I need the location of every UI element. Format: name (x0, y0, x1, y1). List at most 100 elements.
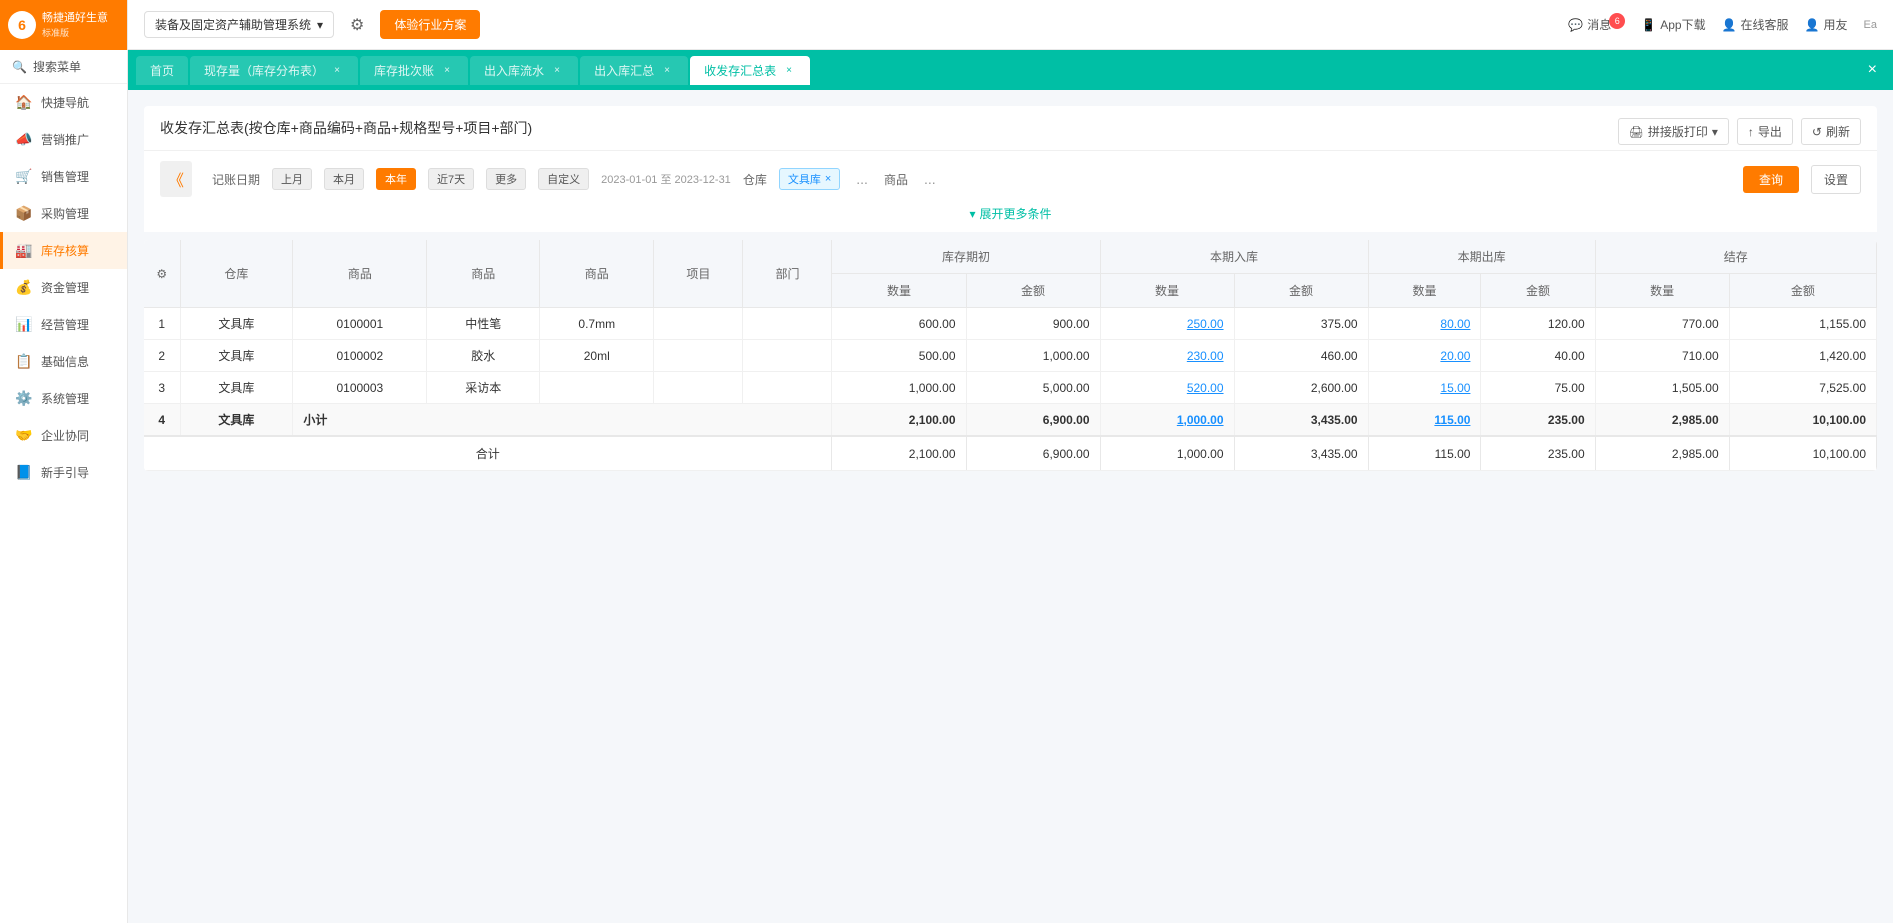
date-btn-more[interactable]: 更多 (486, 168, 526, 190)
warehouse-tag-text: 文具库 (788, 171, 821, 187)
tab-inventory-dist[interactable]: 现存量（库存分布表） × (190, 56, 358, 85)
row3-end-qty: 1,505.00 (1595, 372, 1729, 404)
row1-open-qty: 600.00 (832, 308, 966, 340)
tab-home[interactable]: 首页 (136, 56, 188, 85)
sidebar-search-label: 搜索菜单 (33, 58, 81, 75)
tab-inout-summary[interactable]: 出入库汇总 × (580, 56, 688, 85)
filter-row-1: 《 记账日期 上月 本月 本年 近7天 更多 自定义 2023-01-01 至 … (160, 161, 1861, 197)
query-button[interactable]: 查询 (1743, 166, 1799, 193)
app-download-action[interactable]: 📱 App下载 (1641, 16, 1705, 33)
sidebar-item-search[interactable]: 🔍 搜索菜单 (0, 50, 127, 84)
sidebar-item-label: 采购管理 (41, 205, 89, 222)
expand-row: ▾ 展开更多条件 (160, 205, 1861, 222)
row2-in-qty[interactable]: 230.00 (1100, 340, 1234, 372)
sidebar-item-finance[interactable]: 💰 资金管理 (0, 269, 127, 306)
page-toolbar: 🖨 拼接版打印 ▾ ↑ 导出 ↺ 刷新 (1618, 118, 1861, 145)
row3-in-qty-link[interactable]: 520.00 (1187, 381, 1224, 395)
row1-out-qty[interactable]: 80.00 (1368, 308, 1481, 340)
subtotal-out-qty[interactable]: 115.00 (1368, 404, 1481, 437)
row1-in-qty[interactable]: 250.00 (1100, 308, 1234, 340)
print-button[interactable]: 🖨 拼接版打印 ▾ (1618, 118, 1729, 145)
expand-conditions-button[interactable]: ▾ 展开更多条件 (969, 205, 1051, 222)
tab-inout-summary-close[interactable]: × (660, 63, 674, 77)
column-settings-icon[interactable]: ⚙ (156, 267, 167, 281)
col-settings-header[interactable]: ⚙ (144, 240, 180, 308)
col-dept-header: 部门 (743, 240, 832, 308)
sidebar-item-system[interactable]: ⚙️ 系统管理 (0, 380, 127, 417)
sidebar-item-inventory[interactable]: 🏭 库存核算 (0, 232, 127, 269)
tab-batch-ledger-close[interactable]: × (440, 63, 454, 77)
row2-seq: 2 (144, 340, 180, 372)
sidebar-item-operations[interactable]: 📊 经营管理 (0, 306, 127, 343)
sidebar-item-purchase[interactable]: 📦 采购管理 (0, 195, 127, 232)
col-period-out-header: 本期出库 (1368, 240, 1595, 274)
sidebar-item-label: 企业协同 (41, 427, 89, 444)
tab-batch-ledger[interactable]: 库存批次账 × (360, 56, 468, 85)
tab-recv-send-summary[interactable]: 收发存汇总表 × (690, 56, 810, 85)
date-btn-7days[interactable]: 近7天 (428, 168, 474, 190)
row1-out-qty-link[interactable]: 80.00 (1440, 317, 1470, 331)
tabs-close-button[interactable]: × (1860, 57, 1885, 83)
row2-open-amt: 1,000.00 (966, 340, 1100, 372)
message-icon: 💬 (1568, 18, 1583, 32)
tab-inventory-dist-close[interactable]: × (330, 63, 344, 77)
product-ellipsis[interactable]: ... (920, 171, 940, 187)
sidebar-item-marketing[interactable]: 📣 营销推广 (0, 121, 127, 158)
sidebar-item-basic-info[interactable]: 📋 基础信息 (0, 343, 127, 380)
row3-open-qty: 1,000.00 (832, 372, 966, 404)
row2-out-qty-link[interactable]: 20.00 (1440, 349, 1470, 363)
row3-out-qty-link[interactable]: 15.00 (1440, 381, 1470, 395)
subtotal-open-qty: 2,100.00 (832, 404, 966, 437)
message-action[interactable]: 💬 消息 6 (1568, 16, 1625, 33)
settings-icon[interactable]: ⚙ (350, 15, 364, 35)
sidebar-item-enterprise[interactable]: 🤝 企业协同 (0, 417, 127, 454)
warehouse-tag[interactable]: 文具库 × (779, 168, 840, 190)
row2-out-amt: 40.00 (1481, 340, 1595, 372)
sidebar: 6 畅捷通好生意 标准版 🔍 搜索菜单 🏠 快捷导航 📣 营销推广 🛒 销售管理… (0, 0, 128, 923)
col-product-name-header: 商品 (427, 240, 540, 308)
filter-collapse-button[interactable]: 《 (160, 161, 192, 197)
sidebar-item-quick-nav[interactable]: 🏠 快捷导航 (0, 84, 127, 121)
filter-settings-button[interactable]: 设置 (1811, 165, 1861, 194)
date-btn-prev-month[interactable]: 上月 (272, 168, 312, 190)
warehouse-ellipsis[interactable]: ... (852, 171, 872, 187)
row2-in-qty-link[interactable]: 230.00 (1187, 349, 1224, 363)
col-in-qty-header: 数量 (1100, 274, 1234, 308)
warehouse-label: 仓库 (743, 171, 767, 188)
tab-inout-flow-close[interactable]: × (550, 63, 564, 77)
subtotal-seq: 4 (144, 404, 180, 437)
row1-dept (743, 308, 832, 340)
subtotal-out-qty-link[interactable]: 115.00 (1434, 413, 1470, 427)
refresh-button[interactable]: ↺ 刷新 (1801, 118, 1861, 145)
date-btn-this-year[interactable]: 本年 (376, 168, 416, 190)
row1-project (654, 308, 743, 340)
date-btn-this-month[interactable]: 本月 (324, 168, 364, 190)
tab-recv-send-summary-close[interactable]: × (782, 63, 796, 77)
table-area: ⚙ 仓库 商品 商品 商品 项目 部门 库存期初 本期入库 本期出库 结存 (144, 240, 1877, 471)
user-action[interactable]: 👤 用友 (1805, 16, 1848, 33)
row3-out-qty[interactable]: 15.00 (1368, 372, 1481, 404)
sidebar-item-label: 营销推广 (41, 131, 89, 148)
row1-in-qty-link[interactable]: 250.00 (1187, 317, 1224, 331)
tab-inout-flow[interactable]: 出入库流水 × (470, 56, 578, 85)
print-icon: 🖨 (1629, 125, 1644, 139)
row1-end-amt: 1,155.00 (1729, 308, 1876, 340)
table-row: 2 文具库 0100002 胶水 20ml 500.00 1,000.00 23… (144, 340, 1877, 372)
row1-end-qty: 770.00 (1595, 308, 1729, 340)
sidebar-header: 6 畅捷通好生意 标准版 (0, 0, 127, 50)
warehouse-tag-remove[interactable]: × (825, 173, 831, 185)
row3-in-qty[interactable]: 520.00 (1100, 372, 1234, 404)
sidebar-item-sales[interactable]: 🛒 销售管理 (0, 158, 127, 195)
col-warehouse-header: 仓库 (180, 240, 293, 308)
sidebar-item-guide[interactable]: 📘 新手引导 (0, 454, 127, 491)
system-selector[interactable]: 装备及固定资产辅助管理系统 ▾ (144, 11, 334, 38)
subtotal-in-qty-link[interactable]: 1,000.00 (1177, 413, 1224, 427)
trial-button[interactable]: 体验行业方案 (380, 10, 480, 39)
expand-conditions-label: 展开更多条件 (980, 205, 1052, 222)
subtotal-in-qty[interactable]: 1,000.00 (1100, 404, 1234, 437)
export-button[interactable]: ↑ 导出 (1737, 118, 1793, 145)
online-support-action[interactable]: 👤 在线客服 (1722, 16, 1789, 33)
date-btn-custom[interactable]: 自定义 (538, 168, 589, 190)
row2-out-qty[interactable]: 20.00 (1368, 340, 1481, 372)
subtotal-end-qty: 2,985.00 (1595, 404, 1729, 437)
